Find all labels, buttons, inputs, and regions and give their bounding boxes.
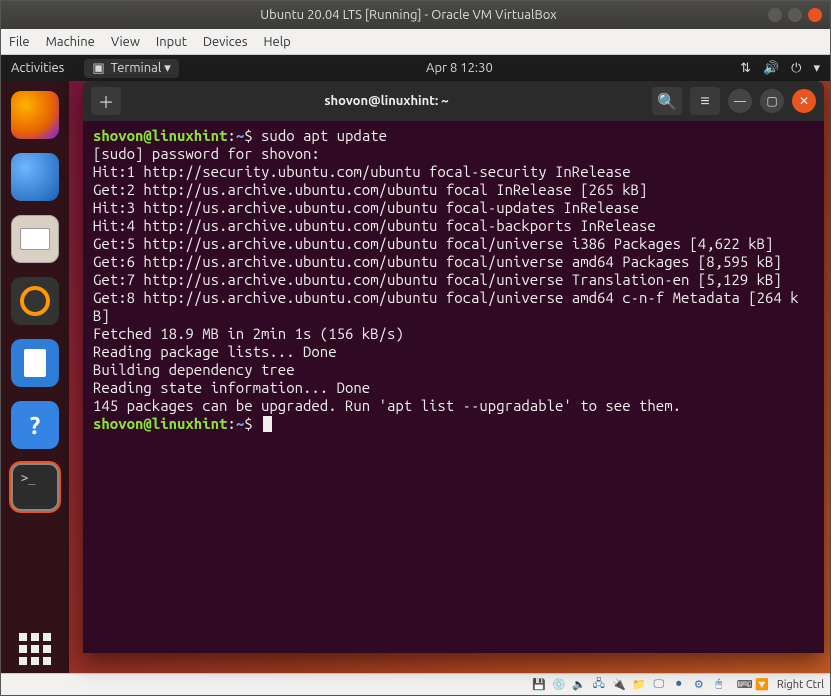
power-icon[interactable]: ⏻	[791, 61, 801, 76]
terminal-icon: ▣	[92, 61, 104, 76]
dock-firefox[interactable]	[11, 91, 59, 139]
search-icon: 🔍	[657, 92, 677, 111]
hamburger-menu-button[interactable]: ≡	[690, 87, 720, 115]
workspace: ＋ shovon@linuxhint: ~ 🔍 ≡ — ▢ ✕ shovon@l…	[69, 81, 830, 673]
show-applications-button[interactable]	[11, 625, 59, 673]
clock[interactable]: Apr 8 12:30	[179, 61, 740, 75]
terminal-title: shovon@linuxhint: ~	[129, 94, 644, 108]
vbox-menu-input[interactable]: Input	[156, 35, 187, 49]
vbox-mouse-icon[interactable]: 🖱	[711, 677, 727, 693]
dock-rhythmbox[interactable]	[11, 277, 59, 325]
hamburger-icon: ≡	[700, 92, 709, 111]
vbox-maximize-button[interactable]	[788, 8, 802, 22]
terminal-close-button[interactable]: ✕	[792, 89, 816, 113]
chevron-down-icon[interactable]: ▾	[813, 61, 820, 76]
guest-screen: Activities ▣ Terminal ▾ Apr 8 12:30 ⇅ 🔊 …	[1, 55, 830, 673]
vbox-network-icon[interactable]: 🖧	[591, 677, 607, 693]
vbox-display-icon[interactable]: 🖵	[651, 677, 667, 693]
virtualbox-title: Ubuntu 20.04 LTS [Running] - Oracle VM V…	[49, 8, 768, 22]
dock-help[interactable]: ?	[11, 401, 59, 449]
vbox-menu-machine[interactable]: Machine	[46, 35, 95, 49]
dock-files[interactable]	[11, 215, 59, 263]
volume-icon[interactable]: 🔊	[763, 61, 779, 76]
vbox-menu-view[interactable]: View	[111, 35, 140, 49]
app-menu-terminal[interactable]: ▣ Terminal ▾	[84, 59, 178, 78]
virtualbox-statusbar: 💾 💿 🔈 🖧 🔌 📁 🖵 ⏺ ⚙ 🖱 ⌨ 🔽 Right Ctrl	[1, 673, 830, 695]
dock-thunderbird[interactable]	[11, 153, 59, 201]
vbox-close-button[interactable]	[808, 8, 822, 22]
terminal-maximize-button[interactable]: ▢	[760, 89, 784, 113]
vbox-cpu-icon[interactable]: ⚙	[691, 677, 707, 693]
virtualbox-menubar: File Machine View Input Devices Help	[1, 29, 830, 55]
network-icon[interactable]: ⇅	[740, 61, 751, 76]
vbox-record-icon[interactable]: ⏺	[671, 677, 687, 693]
terminal-output[interactable]: shovon@linuxhint:~$ sudo apt update [sud…	[83, 121, 824, 653]
vbox-usb-icon[interactable]: 🔌	[611, 677, 627, 693]
virtualbox-window: Ubuntu 20.04 LTS [Running] - Oracle VM V…	[0, 0, 831, 696]
vbox-minimize-button[interactable]	[768, 8, 782, 22]
activities-button[interactable]: Activities	[11, 61, 64, 75]
virtualbox-titlebar[interactable]: Ubuntu 20.04 LTS [Running] - Oracle VM V…	[1, 1, 830, 29]
gnome-terminal-window: ＋ shovon@linuxhint: ~ 🔍 ≡ — ▢ ✕ shovon@l…	[83, 81, 824, 653]
vbox-menu-file[interactable]: File	[9, 35, 30, 49]
dock-terminal[interactable]	[11, 463, 59, 511]
vbox-optical-icon[interactable]: 💿	[551, 677, 567, 693]
vbox-audio-icon[interactable]: 🔈	[571, 677, 587, 693]
new-tab-button[interactable]: ＋	[91, 87, 121, 115]
vbox-host-key: Right Ctrl	[777, 679, 824, 691]
terminal-headerbar[interactable]: ＋ shovon@linuxhint: ~ 🔍 ≡ — ▢ ✕	[83, 81, 824, 121]
vbox-menu-help[interactable]: Help	[264, 35, 291, 49]
gnome-topbar: Activities ▣ Terminal ▾ Apr 8 12:30 ⇅ 🔊 …	[1, 55, 830, 81]
dock: ?	[1, 81, 69, 673]
terminal-minimize-button[interactable]: —	[728, 89, 752, 113]
vbox-shared-icon[interactable]: 📁	[631, 677, 647, 693]
vbox-menu-devices[interactable]: Devices	[203, 35, 248, 49]
vbox-hdd-icon[interactable]: 💾	[531, 677, 547, 693]
search-button[interactable]: 🔍	[652, 87, 682, 115]
dock-libreoffice[interactable]	[11, 339, 59, 387]
